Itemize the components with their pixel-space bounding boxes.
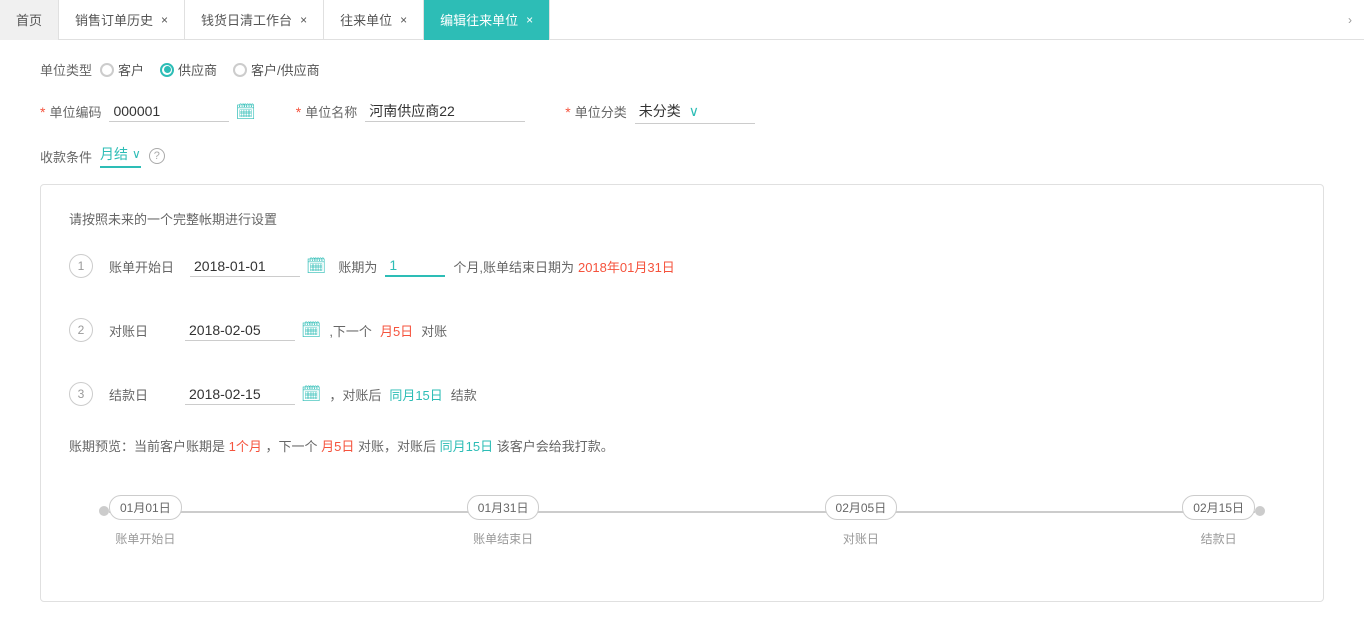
tab-cash-work-label: 钱货日清工作台: [201, 10, 292, 29]
step1-period-label: 账期为: [338, 257, 377, 276]
radio-both[interactable]: 客户/供应商: [233, 60, 320, 79]
timeline-label-3: 结款日: [1201, 530, 1237, 547]
tab-bar: 首页 销售订单历史 × 钱货日清工作台 × 往来单位 × 编辑往来单位 × ›: [0, 0, 1364, 40]
timeline-label-1: 账单结束日: [473, 530, 533, 547]
step1-num: 1: [69, 254, 93, 278]
timeline-node-3: 02月15日 结款日: [1182, 495, 1255, 547]
timeline-pill-3: 02月15日: [1182, 495, 1255, 520]
step1-period-unit: 个月,账单结束日期为: [453, 257, 574, 276]
name-star: *: [296, 104, 301, 120]
unit-type-radio-group: 客户 供应商 客户/供应商: [100, 60, 320, 79]
step2-desc-prefix: ,下一个: [329, 321, 372, 340]
main-content: 单位类型 客户 供应商 客户/供应商 * 单位编码 🗓 * 单位名称: [0, 40, 1364, 622]
unit-classify-label: 单位分类: [575, 102, 627, 121]
timeline-pill-2: 02月05日: [825, 495, 898, 520]
radio-supplier-circle: [160, 63, 174, 77]
timeline-node-1: 01月31日 账单结束日: [467, 495, 540, 547]
radio-both-circle: [233, 63, 247, 77]
step2-desc-highlight: 月5日: [380, 321, 413, 340]
unit-type-row: 单位类型 客户 供应商 客户/供应商: [40, 60, 1324, 79]
code-star: *: [40, 104, 45, 120]
step1-date-input[interactable]: [190, 256, 300, 277]
tab-home-label: 首页: [16, 10, 42, 29]
timeline-right-dot: [1255, 506, 1265, 516]
preview-highlight3: 同月15日: [440, 439, 493, 454]
tab-edit-partner-label: 编辑往来单位: [440, 10, 518, 29]
radio-both-label: 客户/供应商: [251, 60, 320, 79]
classify-chevron-icon: ∨: [689, 103, 699, 120]
step1-label: 账单开始日: [109, 257, 174, 276]
preview-middle2: 对账，对账后: [358, 439, 436, 454]
step3-desc-prefix: ，对账后: [329, 385, 381, 404]
timeline-left-dot: [99, 506, 109, 516]
unit-classify-value: 未分类: [639, 101, 681, 121]
step3-desc-highlight: 同月15日: [389, 385, 442, 404]
timeline-node-2: 02月05日 对账日: [825, 495, 898, 547]
step3-desc-suffix: 结款: [451, 385, 477, 404]
tab-partner-close[interactable]: ×: [400, 14, 407, 26]
radio-customer-label: 客户: [118, 60, 144, 79]
unit-code-calendar-icon[interactable]: 🗓: [235, 102, 255, 122]
step2-desc-suffix: 对账: [421, 321, 447, 340]
preview-middle1: ，下一个: [266, 439, 318, 454]
preview-suffix: 该客户会给我打款。: [497, 439, 614, 454]
unit-name-input[interactable]: [365, 101, 525, 122]
step1-period-end: 2018年01月31日: [578, 257, 675, 276]
step2-num: 2: [69, 318, 93, 342]
tab-cash-work-close[interactable]: ×: [300, 14, 307, 26]
unit-code-label: 单位编码: [49, 102, 101, 121]
tab-edit-partner-close[interactable]: ×: [526, 14, 533, 26]
unit-name-label: 单位名称: [305, 102, 357, 121]
payment-terms-select[interactable]: 月结 ∨: [100, 144, 141, 168]
tab-edit-partner[interactable]: 编辑往来单位 ×: [424, 0, 550, 40]
tab-partner[interactable]: 往来单位 ×: [324, 0, 424, 40]
timeline-label-0: 账单开始日: [115, 530, 175, 547]
tab-arrow[interactable]: ›: [1336, 13, 1364, 27]
payment-terms-help-icon[interactable]: ?: [149, 148, 165, 164]
timeline-pill-0: 01月01日: [109, 495, 182, 520]
step1-period-input[interactable]: [385, 255, 445, 277]
step3-row: 3 结款日 🗓 ，对账后 同月15日 结款: [69, 376, 1295, 412]
step3-calendar-icon[interactable]: 🗓: [301, 384, 321, 404]
period-section: 请按照未来的一个完整帐期进行设置 1 账单开始日 🗓 账期为 个月,账单结束日期…: [40, 184, 1324, 602]
timeline-node-0: 01月01日 账单开始日: [109, 495, 182, 547]
payment-terms-label: 收款条件: [40, 147, 92, 166]
step1-row: 1 账单开始日 🗓 账期为 个月,账单结束日期为 2018年01月31日: [69, 248, 1295, 284]
tab-partner-label: 往来单位: [340, 10, 392, 29]
timeline-nodes: 01月01日 账单开始日 01月31日 账单结束日 02月05日 对账日 02月…: [109, 495, 1255, 547]
classify-star: *: [565, 104, 570, 120]
preview-highlight2: 月5日: [321, 439, 354, 454]
radio-customer[interactable]: 客户: [100, 60, 144, 79]
step3-num: 3: [69, 382, 93, 406]
timeline-label-2: 对账日: [843, 530, 879, 547]
step2-row: 2 对账日 🗓 ,下一个 月5日 对账: [69, 312, 1295, 348]
radio-supplier[interactable]: 供应商: [160, 60, 217, 79]
payment-terms-value: 月结: [100, 144, 128, 164]
step3-label: 结款日: [109, 385, 169, 404]
payment-terms-chevron-icon: ∨: [132, 147, 141, 161]
preview-row: 账期预览：当前客户账期是 1个月 ，下一个 月5日 对账，对账后 同月15日 该…: [69, 420, 1295, 475]
radio-customer-circle: [100, 63, 114, 77]
radio-supplier-label: 供应商: [178, 60, 217, 79]
unit-info-row: * 单位编码 🗓 * 单位名称 * 单位分类 未分类 ∨: [40, 99, 1324, 124]
step2-date-input[interactable]: [185, 320, 295, 341]
tab-home[interactable]: 首页: [0, 0, 59, 40]
payment-terms-row: 收款条件 月结 ∨ ?: [40, 144, 1324, 168]
tab-sales-history-label: 销售订单历史: [75, 10, 153, 29]
step2-calendar-icon[interactable]: 🗓: [301, 320, 321, 340]
step3-date-input[interactable]: [185, 384, 295, 405]
tab-sales-history[interactable]: 销售订单历史 ×: [59, 0, 185, 40]
step2-label: 对账日: [109, 321, 169, 340]
unit-code-input[interactable]: [109, 101, 229, 122]
step1-calendar-icon[interactable]: 🗓: [306, 256, 326, 276]
unit-type-label: 单位类型: [40, 60, 92, 79]
timeline-pill-1: 01月31日: [467, 495, 540, 520]
preview-prefix: 账期预览：当前客户账期是: [69, 439, 225, 454]
tab-cash-work[interactable]: 钱货日清工作台 ×: [185, 0, 324, 40]
section-instruction: 请按照未来的一个完整帐期进行设置: [69, 209, 1295, 228]
unit-classify-select[interactable]: 未分类 ∨: [635, 99, 755, 124]
timeline: 01月01日 账单开始日 01月31日 账单结束日 02月05日 对账日 02月…: [69, 475, 1295, 577]
tab-sales-history-close[interactable]: ×: [161, 14, 168, 26]
preview-highlight1: 1个月: [229, 439, 262, 454]
